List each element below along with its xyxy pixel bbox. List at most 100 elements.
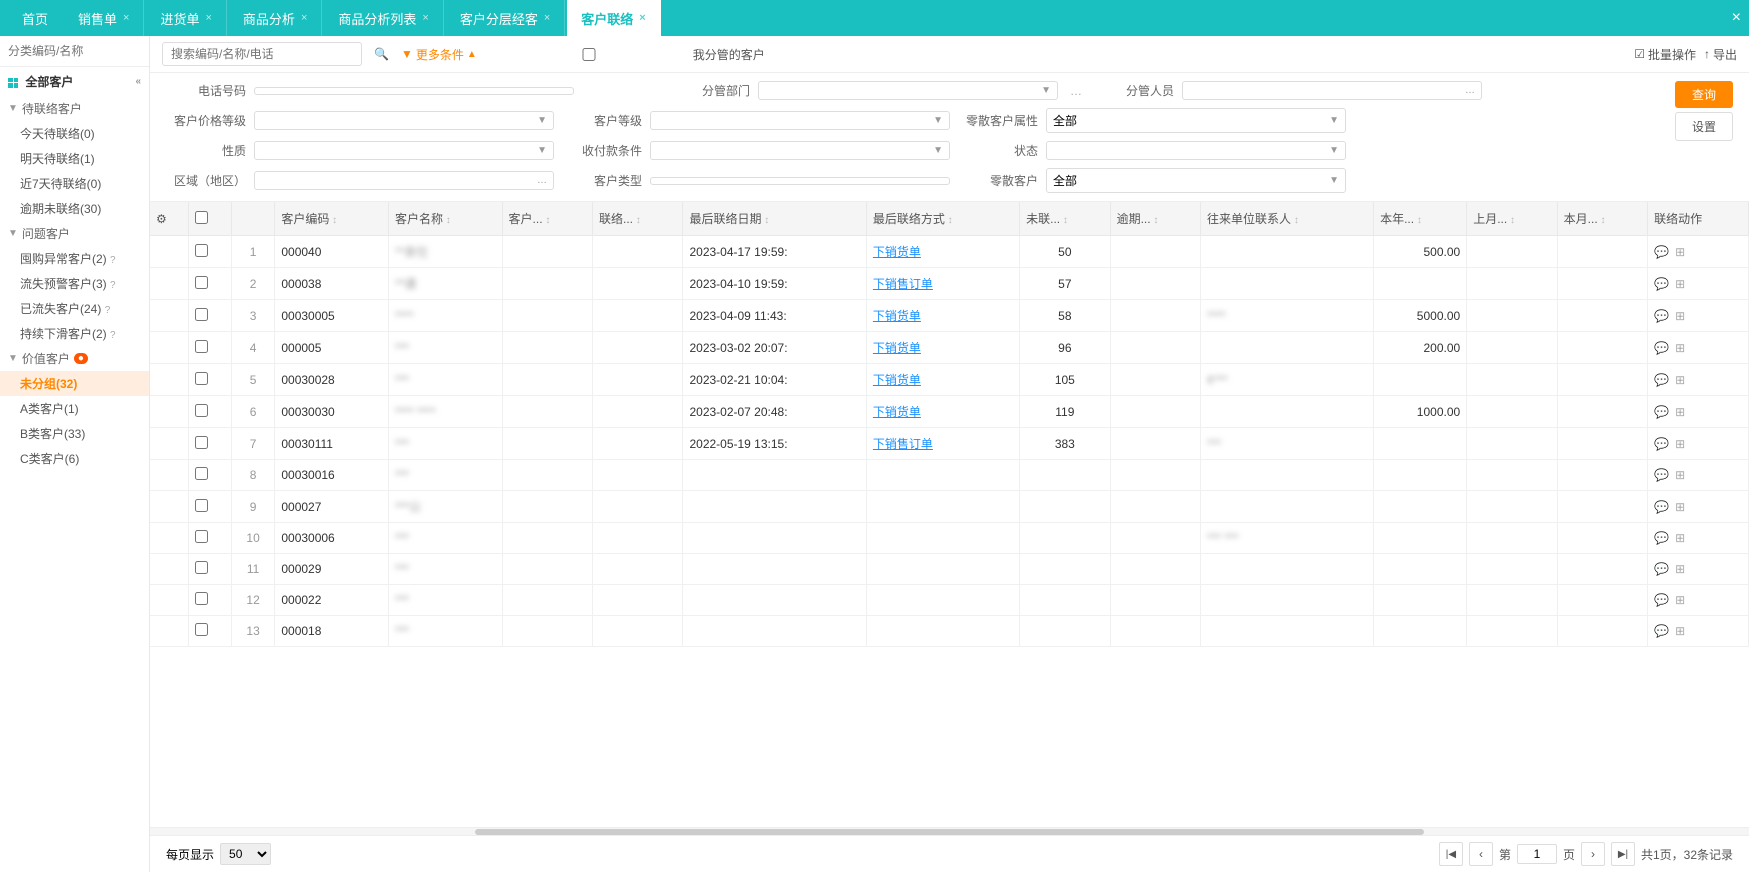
grid-action-icon[interactable]: ⊞ xyxy=(1675,468,1685,482)
col-this-year[interactable]: 本年... xyxy=(1374,202,1467,236)
cell-action[interactable]: 💬 ⊞ xyxy=(1648,396,1749,428)
sidebar-collapse-icon[interactable]: « xyxy=(135,76,141,87)
prev-page-btn[interactable]: ‹ xyxy=(1469,842,1493,866)
cell-action[interactable]: 💬 ⊞ xyxy=(1648,332,1749,364)
nav-product-list[interactable]: 商品分析列表 × xyxy=(324,0,443,36)
export-btn[interactable]: ↑ 导出 xyxy=(1704,46,1737,63)
sidebar-item-week-pending[interactable]: 近7天待联络(0) xyxy=(0,171,149,196)
cell-action[interactable]: 💬 ⊞ xyxy=(1648,268,1749,300)
cell-checkbox[interactable] xyxy=(188,396,231,428)
cell-action[interactable]: 💬 ⊞ xyxy=(1648,460,1749,491)
sidebar-item-tomorrow-pending[interactable]: 明天待联络(1) xyxy=(0,146,149,171)
message-icon[interactable]: 💬 xyxy=(1654,245,1669,259)
sidebar-item-unclassified[interactable]: 未分组(32) xyxy=(0,371,149,396)
price-level-select[interactable]: ▼ xyxy=(254,111,554,130)
row-checkbox[interactable] xyxy=(195,372,208,385)
cell-action[interactable]: 💬 ⊞ xyxy=(1648,300,1749,332)
grid-action-icon[interactable]: ⊞ xyxy=(1675,531,1685,545)
nature-select[interactable]: ▼ xyxy=(254,141,554,160)
message-icon[interactable]: 💬 xyxy=(1654,373,1669,387)
message-icon[interactable]: 💬 xyxy=(1654,437,1669,451)
cell-last-contact-method[interactable] xyxy=(866,585,1019,616)
grid-action-icon[interactable]: ⊞ xyxy=(1675,500,1685,514)
row-checkbox[interactable] xyxy=(195,467,208,480)
status-select[interactable]: ▼ xyxy=(1046,141,1346,160)
dept-select[interactable]: ▼ xyxy=(758,81,1058,100)
cell-action[interactable]: 💬 ⊞ xyxy=(1648,236,1749,268)
row-checkbox[interactable] xyxy=(195,308,208,321)
cell-last-contact-method[interactable] xyxy=(866,460,1019,491)
grid-action-icon[interactable]: ⊞ xyxy=(1675,373,1685,387)
cell-last-contact-method[interactable] xyxy=(866,616,1019,647)
retail-attr-select[interactable]: 全部 ▼ xyxy=(1046,108,1346,133)
nav-sales-close[interactable]: × xyxy=(123,12,129,24)
col-last-contact-date[interactable]: 最后联络日期 xyxy=(683,202,866,236)
cell-last-contact-method[interactable]: 下销货单 xyxy=(866,332,1019,364)
sidebar-item-declining[interactable]: 持续下滑客户(2) ? xyxy=(0,321,149,346)
my-customers-checkbox[interactable] xyxy=(489,48,689,61)
customer-level-select[interactable]: ▼ xyxy=(650,111,950,130)
cell-checkbox[interactable] xyxy=(188,554,231,585)
sidebar-group-pending[interactable]: ▼ 待联络客户 xyxy=(0,96,149,121)
cell-last-contact-method[interactable]: 下销售订单 xyxy=(866,268,1019,300)
cell-checkbox[interactable] xyxy=(188,300,231,332)
col-contact-person[interactable]: 往来单位联系人 xyxy=(1201,202,1374,236)
message-icon[interactable]: 💬 xyxy=(1654,277,1669,291)
row-checkbox[interactable] xyxy=(195,623,208,636)
cell-action[interactable]: 💬 ⊞ xyxy=(1648,428,1749,460)
sidebar-item-overdue-pending[interactable]: 逾期未联络(30) xyxy=(0,196,149,221)
nav-customer-contact[interactable]: 客户联络 × xyxy=(567,0,660,36)
col-name[interactable]: 客户名称 xyxy=(388,202,502,236)
row-checkbox[interactable] xyxy=(195,436,208,449)
grid-action-icon[interactable]: ⊞ xyxy=(1675,309,1685,323)
cell-checkbox[interactable] xyxy=(188,491,231,523)
nav-customer-segment[interactable]: 客户分层经客 × xyxy=(446,0,565,36)
row-checkbox[interactable] xyxy=(195,530,208,543)
row-checkbox[interactable] xyxy=(195,561,208,574)
search-icon[interactable]: 🔍 xyxy=(374,47,389,61)
message-icon[interactable]: 💬 xyxy=(1654,468,1669,482)
page-size-select[interactable]: 50 20 100 xyxy=(220,843,271,865)
batch-operation-btn[interactable]: ☑ 批量操作 xyxy=(1634,46,1696,63)
reset-button[interactable]: 设置 xyxy=(1675,112,1733,141)
cell-checkbox[interactable] xyxy=(188,268,231,300)
nav-product-list-close[interactable]: × xyxy=(422,12,428,24)
cell-action[interactable]: 💬 ⊞ xyxy=(1648,585,1749,616)
nav-purchase[interactable]: 进货单 × xyxy=(146,0,226,36)
col-this-month[interactable]: 本月... xyxy=(1557,202,1647,236)
cell-checkbox[interactable] xyxy=(188,585,231,616)
cell-checkbox[interactable] xyxy=(188,523,231,554)
message-icon[interactable]: 💬 xyxy=(1654,500,1669,514)
cell-action[interactable]: 💬 ⊞ xyxy=(1648,364,1749,396)
cell-checkbox[interactable] xyxy=(188,332,231,364)
col-settings[interactable]: ⚙ xyxy=(150,202,188,236)
sidebar-group-value[interactable]: ▼ 价值客户 ● xyxy=(0,346,149,371)
sidebar-item-today-pending[interactable]: 今天待联络(0) xyxy=(0,121,149,146)
row-checkbox[interactable] xyxy=(195,499,208,512)
cell-checkbox[interactable] xyxy=(188,364,231,396)
message-icon[interactable]: 💬 xyxy=(1654,624,1669,638)
cell-checkbox[interactable] xyxy=(188,616,231,647)
phone-input[interactable] xyxy=(254,87,574,95)
row-checkbox[interactable] xyxy=(195,244,208,257)
scrollbar-thumb[interactable] xyxy=(475,829,1425,835)
cell-last-contact-method[interactable]: 下销售订单 xyxy=(866,428,1019,460)
close-all-tabs[interactable]: × xyxy=(1732,9,1741,27)
cell-last-contact-method[interactable] xyxy=(866,523,1019,554)
row-checkbox[interactable] xyxy=(195,404,208,417)
first-page-btn[interactable]: |◀ xyxy=(1439,842,1463,866)
col-contact[interactable]: 联络... xyxy=(593,202,683,236)
col-checkbox[interactable] xyxy=(188,202,231,236)
grid-action-icon[interactable]: ⊞ xyxy=(1675,277,1685,291)
col-last-contact-method[interactable]: 最后联络方式 xyxy=(866,202,1019,236)
customer-type-select[interactable] xyxy=(650,177,950,185)
cell-checkbox[interactable] xyxy=(188,428,231,460)
cell-action[interactable]: 💬 ⊞ xyxy=(1648,491,1749,523)
nav-customer-contact-close[interactable]: × xyxy=(639,12,645,24)
grid-action-icon[interactable]: ⊞ xyxy=(1675,341,1685,355)
grid-action-icon[interactable]: ⊞ xyxy=(1675,405,1685,419)
nav-home[interactable]: 首页 xyxy=(8,0,62,36)
nav-sales[interactable]: 销售单 × xyxy=(64,0,144,36)
payment-select[interactable]: ▼ xyxy=(650,141,950,160)
horizontal-scrollbar[interactable] xyxy=(150,827,1749,835)
